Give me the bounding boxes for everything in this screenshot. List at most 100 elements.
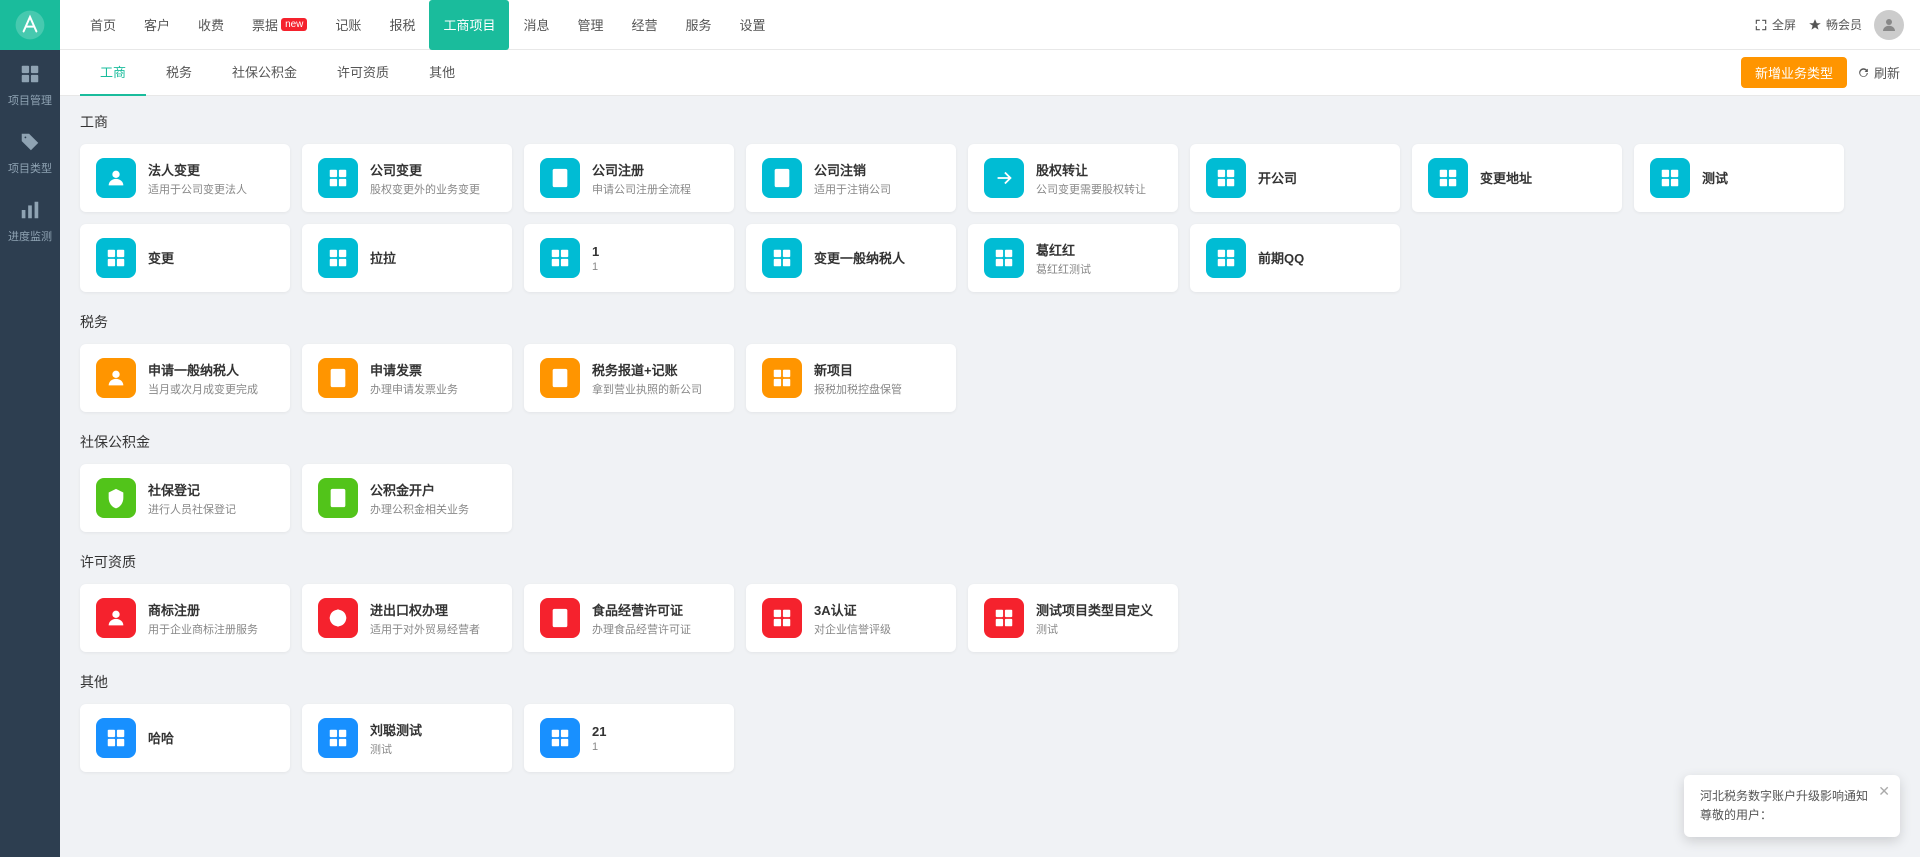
sidebar-item-label: 进度监测	[8, 228, 52, 244]
tab-gongshang[interactable]: 工商	[80, 50, 146, 96]
sidebar-item-project-mgmt[interactable]: 项目管理	[0, 50, 60, 118]
card-gongjijin-kaihu[interactable]: 公积金开户 办理公积金相关业务	[302, 464, 512, 532]
sidebar-item-progress[interactable]: 进度监测	[0, 186, 60, 254]
page-content: 工商 法人变更 适用于公司变更法人	[60, 96, 1920, 808]
card-guquan-zhuanrang[interactable]: 股权转让 公司变更需要股权转让	[968, 144, 1178, 212]
card-biangeng2[interactable]: 变更	[80, 224, 290, 292]
card-gehonghong[interactable]: 葛红红 葛红红测试	[968, 224, 1178, 292]
card-xin-xiangmu[interactable]: 新项目 报税加税控盘保管	[746, 344, 956, 412]
card-icon	[318, 598, 358, 638]
card-icon	[318, 238, 358, 278]
card-desc: 报税加税控盘保管	[814, 381, 940, 397]
content-area: 工商 税务 社保公积金 许可资质 其他 新增业务类型 刷新 工商	[60, 50, 1920, 857]
nav-tax[interactable]: 报税	[375, 0, 429, 50]
card-icon	[96, 718, 136, 758]
card-title: 公司注册	[592, 160, 718, 179]
card-title: 变更一般纳税人	[814, 248, 940, 267]
card-ceshi-leixing[interactable]: 测试项目类型目定义 测试	[968, 584, 1178, 652]
card-faren-biangeng[interactable]: 法人变更 适用于公司变更法人	[80, 144, 290, 212]
cards-grid-shebao: 社保登记 进行人员社保登记 公积金开户 办理公积金相关业务	[80, 464, 1900, 532]
card-qianqi-qq[interactable]: 前期QQ	[1190, 224, 1400, 292]
nav-customer[interactable]: 客户	[130, 0, 184, 50]
card-haha[interactable]: 哈哈	[80, 704, 290, 772]
sidebar-item-project-type[interactable]: 项目类型	[0, 118, 60, 186]
card-title: 21	[592, 724, 718, 739]
nav-bizproject[interactable]: 工商项目	[429, 0, 509, 50]
nav-service[interactable]: 服务	[672, 0, 726, 50]
new-type-button[interactable]: 新增业务类型	[1741, 57, 1847, 88]
refresh-button[interactable]: 刷新	[1857, 63, 1900, 82]
card-3a-renzheng[interactable]: 3A认证 对企业信誉评级	[746, 584, 956, 652]
fullscreen-button[interactable]: 全屏	[1754, 16, 1796, 33]
card-desc: 公司变更需要股权转让	[1036, 181, 1162, 197]
card-shipin-xuke[interactable]: 食品经营许可证 办理食品经营许可证	[524, 584, 734, 652]
card-title: 新项目	[814, 360, 940, 379]
card-icon	[96, 598, 136, 638]
card-gongsi-biangeng[interactable]: 公司变更 股权变更外的业务变更	[302, 144, 512, 212]
card-title: 公司变更	[370, 160, 496, 179]
card-desc: 1	[592, 741, 718, 753]
nav-ticket[interactable]: 票据 new	[238, 0, 321, 50]
card-shenqing-fapiao[interactable]: 申请发票 办理申请发票业务	[302, 344, 512, 412]
card-desc: 对企业信誉评级	[814, 621, 940, 637]
card-shangbiao-zhuce[interactable]: 商标注册 用于企业商标注册服务	[80, 584, 290, 652]
card-title: 测试	[1702, 168, 1828, 187]
content-main: 工商 税务 社保公积金 许可资质 其他 新增业务类型 刷新 工商	[60, 50, 1920, 857]
card-gongsi-zhuce[interactable]: 公司注册 申请公司注册全流程	[524, 144, 734, 212]
nav-fee[interactable]: 收费	[184, 0, 238, 50]
nav-operation[interactable]: 经营	[618, 0, 672, 50]
card-title: 变更	[148, 248, 274, 267]
nav-bookkeeping[interactable]: 记账	[321, 0, 375, 50]
refresh-label: 刷新	[1874, 63, 1900, 82]
card-biangeng-dizhi[interactable]: 变更地址	[1412, 144, 1622, 212]
nav-message[interactable]: 消息	[509, 0, 563, 50]
tab-xuke[interactable]: 许可资质	[317, 50, 409, 96]
card-ceshi[interactable]: 测试	[1634, 144, 1844, 212]
card-icon	[984, 158, 1024, 198]
tab-shuiwu[interactable]: 税务	[146, 50, 212, 96]
section-title-gongshang: 工商	[80, 112, 1900, 132]
card-title: 商标注册	[148, 600, 274, 619]
card-shebao-dengji[interactable]: 社保登记 进行人员社保登记	[80, 464, 290, 532]
card-icon	[96, 358, 136, 398]
card-title: 1	[592, 244, 718, 259]
tab-other[interactable]: 其他	[409, 50, 475, 96]
card-1[interactable]: 1 1	[524, 224, 734, 292]
tab-shebao[interactable]: 社保公积金	[212, 50, 317, 96]
card-liucong-ceshi[interactable]: 刘聪测试 测试	[302, 704, 512, 772]
card-kai-gongsi[interactable]: 开公司	[1190, 144, 1400, 212]
card-biangeng-naishui[interactable]: 变更一般纳税人	[746, 224, 956, 292]
card-icon	[1206, 158, 1246, 198]
cards-grid-xuke: 商标注册 用于企业商标注册服务 进出口权办理 适用于对外贸易经营者	[80, 584, 1900, 652]
notification-close-button[interactable]: ✕	[1878, 783, 1890, 800]
card-jinchukouquan[interactable]: 进出口权办理 适用于对外贸易经营者	[302, 584, 512, 652]
section-title-xuke: 许可资质	[80, 552, 1900, 572]
nav-home[interactable]: 首页	[76, 0, 130, 50]
card-gongsi-zhuxiao[interactable]: 公司注销 适用于注销公司	[746, 144, 956, 212]
tabs-bar: 工商 税务 社保公积金 许可资质 其他 新增业务类型 刷新	[60, 50, 1920, 96]
card-title: 税务报道+记账	[592, 360, 718, 379]
card-icon	[96, 478, 136, 518]
card-icon	[984, 598, 1024, 638]
card-lala[interactable]: 拉拉	[302, 224, 512, 292]
card-icon	[1428, 158, 1468, 198]
cards-grid-other: 哈哈 刘聪测试 测试	[80, 704, 1900, 772]
avatar[interactable]	[1874, 10, 1904, 40]
nav-settings[interactable]: 设置	[726, 0, 780, 50]
card-icon	[318, 718, 358, 758]
card-21[interactable]: 21 1	[524, 704, 734, 772]
card-shenqing-naishui[interactable]: 申请一般纳税人 当月或次月成变更完成	[80, 344, 290, 412]
card-title: 前期QQ	[1258, 248, 1384, 267]
card-desc: 测试	[1036, 621, 1162, 637]
card-desc: 适用于对外贸易经营者	[370, 621, 496, 637]
card-icon	[540, 238, 580, 278]
card-icon	[540, 598, 580, 638]
section-title-other: 其他	[80, 672, 1900, 692]
member-button[interactable]: 畅会员	[1808, 16, 1862, 33]
card-shuiwu-baodao[interactable]: 税务报道+记账 拿到营业执照的新公司	[524, 344, 734, 412]
nav-management[interactable]: 管理	[563, 0, 617, 50]
card-title: 进出口权办理	[370, 600, 496, 619]
card-title: 变更地址	[1480, 168, 1606, 187]
card-icon	[762, 358, 802, 398]
card-desc: 股权变更外的业务变更	[370, 181, 496, 197]
